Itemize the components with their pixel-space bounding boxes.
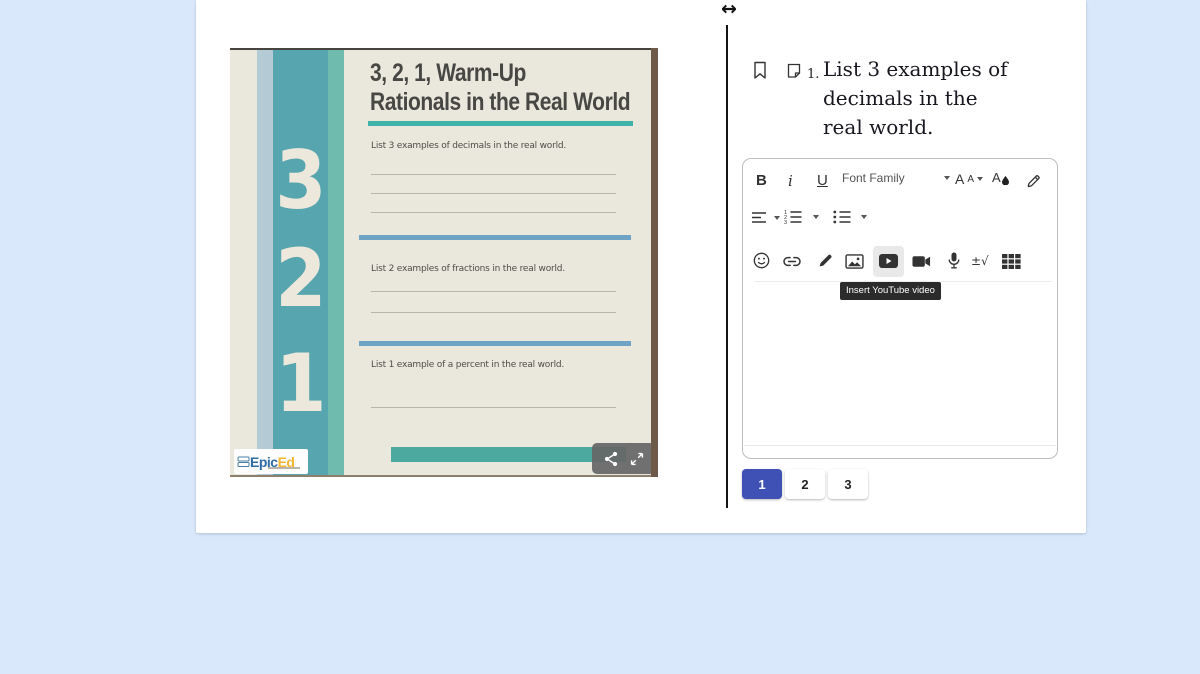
- emoji-button[interactable]: [753, 252, 770, 269]
- chevron-down-icon: [774, 215, 780, 220]
- lesson-card: 3 2 1 3, 2, 1, Warm-Up Rationals in the …: [196, 0, 1086, 533]
- align-icon: [752, 212, 766, 223]
- page-button-3[interactable]: 3: [828, 469, 868, 499]
- worksheet-right-edge: [651, 48, 658, 477]
- bullet-list-select[interactable]: [833, 209, 867, 224]
- section-divider-bar: [359, 341, 631, 346]
- worksheet-title-line1: 3, 2, 1, Warm-Up: [370, 59, 526, 87]
- italic-button[interactable]: i: [788, 172, 793, 190]
- math-button[interactable]: ±√: [971, 254, 989, 268]
- answer-line: [371, 312, 616, 313]
- youtube-button[interactable]: [879, 254, 898, 268]
- answer-line: [371, 291, 616, 292]
- link-button[interactable]: [782, 255, 802, 268]
- answer-editor[interactable]: B i U Font Family AA A 1 2 3 ±√ Insert Y…: [742, 158, 1058, 459]
- share-button[interactable]: [603, 451, 619, 467]
- share-icon: [604, 451, 618, 466]
- chevron-down-icon: [977, 177, 984, 181]
- highlighter-icon: [1027, 175, 1040, 188]
- resize-horizontal-icon[interactable]: ↔: [721, 0, 737, 20]
- note-button[interactable]: [786, 63, 802, 79]
- microphone-icon: [948, 252, 960, 269]
- fullscreen-button[interactable]: [630, 452, 644, 466]
- table-icon: [1002, 254, 1021, 269]
- droplet-icon: [1001, 176, 1009, 185]
- worksheet-bottom-bar: [391, 447, 626, 462]
- bullet-list-icon: [833, 210, 851, 224]
- highlighter-button[interactable]: [1024, 172, 1042, 190]
- mic-button[interactable]: [948, 252, 960, 269]
- answer-line: [371, 212, 616, 213]
- image-icon: [845, 254, 864, 269]
- bookmark-button[interactable]: [752, 61, 768, 80]
- question-text: List 3 examples of decimals in the real …: [823, 57, 1008, 139]
- worksheet-section3-label: List 1 example of a percent in the real …: [371, 360, 565, 370]
- video-camera-icon: [912, 256, 931, 267]
- worksheet-section1-label: List 3 examples of decimals in the real …: [371, 141, 567, 151]
- media-controls: [592, 443, 655, 474]
- align-select[interactable]: [751, 211, 780, 224]
- link-icon: [783, 256, 801, 267]
- panel-divider[interactable]: [726, 25, 728, 508]
- answer-line: [371, 193, 616, 194]
- worksheet-image: 3 2 1 3, 2, 1, Warm-Up Rationals in the …: [230, 48, 658, 477]
- worksheet-title-underline: [368, 121, 633, 126]
- youtube-icon: [879, 254, 898, 268]
- worksheet-number-3: 3: [275, 134, 327, 227]
- page-button-2[interactable]: 2: [785, 469, 825, 499]
- epiced-logo-icon: [237, 456, 250, 467]
- epiced-logo: EpicEd: [234, 449, 308, 474]
- bookmark-icon: [754, 61, 766, 79]
- font-family-select[interactable]: Font Family: [842, 171, 950, 185]
- worksheet-section2-label: List 2 examples of fractions in the real…: [371, 264, 565, 274]
- worksheet-title: 3, 2, 1, Warm-Up Rationals in the Real W…: [370, 59, 631, 117]
- emoji-icon: [753, 252, 770, 269]
- pencil-icon: [819, 254, 832, 267]
- question-number: 1.: [807, 67, 820, 82]
- font-size-select[interactable]: AA: [955, 171, 984, 187]
- chevron-down-icon: [861, 214, 867, 219]
- editor-statusbar-divider: [744, 445, 1056, 446]
- tooltip: Insert YouTube video: [840, 282, 941, 300]
- worksheet-stripe-light: [257, 50, 273, 475]
- bold-button[interactable]: B: [756, 172, 767, 189]
- expand-icon: [630, 452, 644, 465]
- worksheet-bottom-edge: [230, 475, 658, 477]
- worksheet-number-2: 2: [275, 232, 327, 325]
- numbered-list-select[interactable]: 1 2 3: [784, 209, 819, 224]
- worksheet-stripe-green: [328, 50, 344, 475]
- image-button[interactable]: [845, 254, 864, 269]
- font-family-label: Font Family: [842, 171, 905, 185]
- font-color-button[interactable]: A: [992, 170, 1009, 185]
- page-button-1[interactable]: 1: [742, 469, 782, 499]
- epiced-logo-tagline: [268, 467, 300, 469]
- answer-line: [371, 407, 616, 408]
- question-pagination: 1 2 3: [742, 469, 868, 499]
- draw-button[interactable]: [817, 252, 834, 269]
- video-button[interactable]: [912, 255, 931, 268]
- underline-button[interactable]: U: [817, 172, 828, 189]
- worksheet-title-line2: Rationals in the Real World: [370, 88, 631, 116]
- chevron-down-icon: [944, 176, 950, 180]
- numbered-list-icon: 1 2 3: [784, 210, 802, 224]
- answer-line: [371, 174, 616, 175]
- worksheet-number-1: 1: [275, 337, 327, 430]
- svg-text:3: 3: [784, 220, 787, 224]
- note-icon: [787, 63, 801, 78]
- section-divider-bar: [359, 235, 631, 240]
- chevron-down-icon: [813, 214, 819, 219]
- table-button[interactable]: [1002, 254, 1021, 269]
